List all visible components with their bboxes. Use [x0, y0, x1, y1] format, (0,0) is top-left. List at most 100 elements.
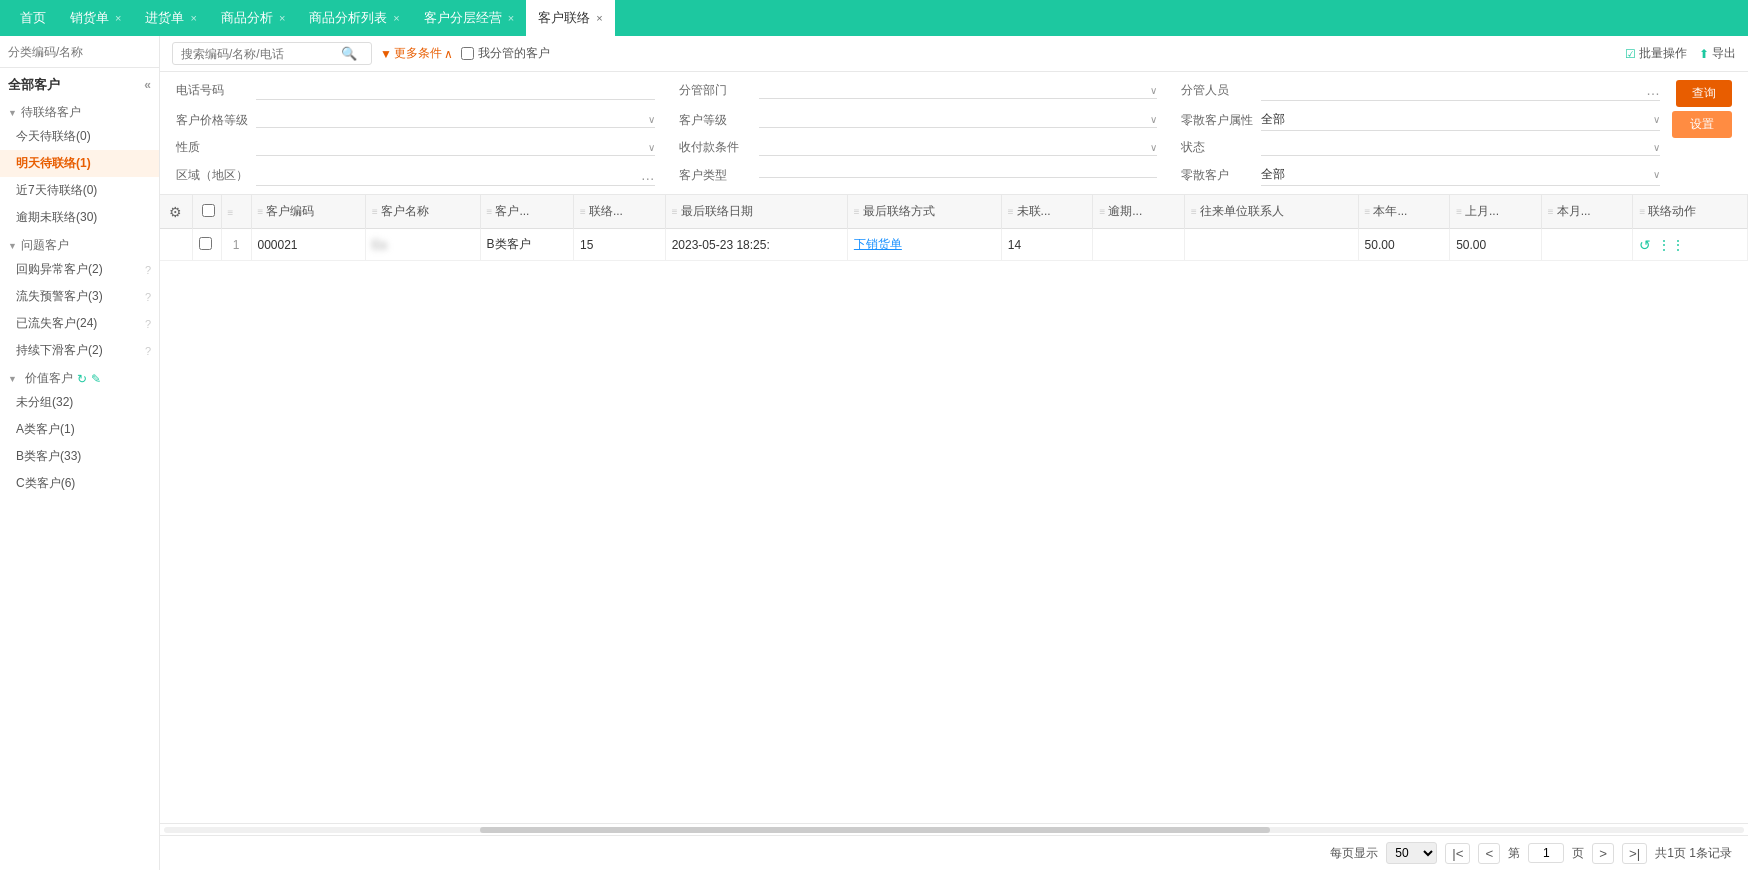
batch-icon: ☑ — [1625, 47, 1636, 61]
col-contact: 联络... — [574, 195, 666, 229]
refresh-icon[interactable]: ↻ — [77, 372, 87, 386]
query-button[interactable]: 查询 — [1676, 80, 1732, 107]
last-page-btn[interactable]: >| — [1622, 843, 1647, 864]
col-settings: ⚙ — [160, 195, 192, 229]
sidebar-item-warning[interactable]: 流失预警客户(3) ? — [0, 283, 159, 310]
sidebar-item-abnormal[interactable]: 回购异常客户(2) ? — [0, 256, 159, 283]
search-input[interactable] — [181, 47, 341, 61]
nav-customer-stratification[interactable]: 客户分层经营 × — [412, 0, 526, 36]
row-check[interactable] — [199, 237, 212, 250]
close-icon[interactable]: × — [508, 12, 514, 24]
row-last-date: 2023-05-23 18:25: — [665, 229, 847, 261]
filter-customer-type: 客户类型 — [679, 167, 1158, 184]
page-input[interactable] — [1528, 843, 1564, 863]
filter-value-level: 客户价格等级 ∨ — [176, 112, 655, 129]
filter-customer-level: 客户等级 ∨ — [679, 112, 1158, 129]
retail-attr-select[interactable]: 全部 ∨ — [1261, 109, 1660, 131]
chevron-down-icon: ∨ — [648, 114, 655, 125]
advanced-filter: 电话号码 分管部门 ∨ 分管人员 — [160, 72, 1748, 195]
row-contact: 15 — [574, 229, 666, 261]
phone-input[interactable] — [256, 81, 655, 100]
sidebar-item-declining[interactable]: 持续下滑客户(2) ? — [0, 337, 159, 364]
export-btn[interactable]: ⬆ 导出 — [1699, 45, 1736, 62]
my-customers-check[interactable] — [461, 47, 474, 60]
customer-level-select[interactable]: ∨ — [759, 112, 1158, 128]
search-icon[interactable]: 🔍 — [341, 46, 357, 61]
person-select[interactable]: … — [1261, 80, 1660, 101]
row-this-month — [1541, 229, 1633, 261]
batch-operation-btn[interactable]: ☑ 批量操作 — [1625, 45, 1687, 62]
row-last-month: 50.00 — [1450, 229, 1542, 261]
status-select[interactable]: ∨ — [1261, 140, 1660, 156]
nav-product-analysis-list[interactable]: 商品分析列表 × — [297, 0, 411, 36]
all-customers-header[interactable]: 全部客户 « — [0, 68, 159, 98]
nav-home[interactable]: 首页 — [8, 0, 58, 36]
customer-table: ⚙ 客户编码 客户名称 客户... 联络... 最后联络日期 最后联络方式 未联… — [160, 195, 1748, 261]
row-code: 000021 — [251, 229, 366, 261]
next-page-btn[interactable]: > — [1592, 843, 1614, 864]
sidebar-group-pending: 待联络客户 — [0, 98, 159, 123]
dots-icon: … — [1646, 82, 1660, 98]
row-this-year: 50.00 — [1358, 229, 1450, 261]
filter-bar: 🔍 ▼ 更多条件 ∧ 我分管的客户 ☑ 批量操作 ⬆ 导出 — [160, 36, 1748, 72]
close-icon[interactable]: × — [393, 12, 399, 24]
sidebar-search-bar: 🔍 — [0, 36, 159, 68]
settings-button[interactable]: 设置 — [1672, 111, 1732, 138]
sidebar-item-tomorrow[interactable]: 明天待联络(1) — [0, 150, 159, 177]
close-icon[interactable]: × — [596, 12, 602, 24]
chevron-down-icon: ∨ — [1653, 114, 1660, 125]
close-icon[interactable]: × — [115, 12, 121, 24]
sidebar-search-input[interactable] — [8, 45, 158, 59]
close-icon[interactable]: × — [279, 12, 285, 24]
filter-nature: 性质 ∨ — [176, 139, 655, 156]
horizontal-scrollbar[interactable] — [160, 823, 1748, 835]
nav-purchase-order[interactable]: 进货单 × — [133, 0, 208, 36]
per-page-select[interactable]: 102050100 — [1386, 842, 1437, 864]
retail-customer-select[interactable]: 全部 ∨ — [1261, 164, 1660, 186]
dept-select[interactable]: ∨ — [759, 83, 1158, 99]
row-type: B类客户 — [480, 229, 574, 261]
sidebar-item-today[interactable]: 今天待联络(0) — [0, 123, 159, 150]
prev-page-btn[interactable]: < — [1478, 843, 1500, 864]
first-page-btn[interactable]: |< — [1445, 843, 1470, 864]
close-icon[interactable]: × — [190, 12, 196, 24]
row-actions: ↺ ⋮⋮ — [1633, 229, 1748, 261]
nav-customer-contact[interactable]: 客户联络 × — [526, 0, 614, 36]
filter-row-1: 电话号码 分管部门 ∨ 分管人员 — [176, 80, 1660, 101]
more-conditions-btn[interactable]: ▼ 更多条件 ∧ — [380, 45, 453, 62]
sidebar-group-value: 价值客户 ↻ ✎ — [0, 364, 159, 389]
dots-icon: … — [641, 167, 655, 183]
nature-select[interactable]: ∨ — [256, 140, 655, 156]
sidebar-item-lost[interactable]: 已流失客户(24) ? — [0, 310, 159, 337]
sidebar-item-7days[interactable]: 近7天待联络(0) — [0, 177, 159, 204]
settings-gear-icon[interactable]: ⚙ — [169, 204, 182, 220]
customer-type-select[interactable] — [759, 173, 1158, 178]
region-select[interactable]: … — [256, 165, 655, 186]
select-all-checkbox[interactable] — [202, 204, 215, 217]
sidebar-item-a-class[interactable]: A类客户(1) — [0, 416, 159, 443]
sidebar-item-ungrouped[interactable]: 未分组(32) — [0, 389, 159, 416]
sidebar-item-overdue[interactable]: 逾期未联络(30) — [0, 204, 159, 231]
sidebar-item-c-class[interactable]: C类客户(6) — [0, 470, 159, 497]
col-contact-person: 往来单位联系人 — [1184, 195, 1358, 229]
more-action-icon[interactable]: ⋮⋮ — [1657, 237, 1685, 253]
col-this-year: 本年... — [1358, 195, 1450, 229]
filter-row-3: 性质 ∨ 收付款条件 ∨ — [176, 139, 1660, 156]
content-area: 🔍 ▼ 更多条件 ∧ 我分管的客户 ☑ 批量操作 ⬆ 导出 — [160, 36, 1748, 870]
search-box: 🔍 — [172, 42, 372, 65]
row-num: 1 — [221, 229, 251, 261]
value-level-select[interactable]: ∨ — [256, 112, 655, 128]
collapse-icon[interactable]: « — [144, 78, 151, 92]
payment-select[interactable]: ∨ — [759, 140, 1158, 156]
nav-sales-order[interactable]: 销货单 × — [58, 0, 133, 36]
contact-action-icon[interactable]: ↺ — [1639, 237, 1651, 253]
sidebar-item-b-class[interactable]: B类客户(33) — [0, 443, 159, 470]
edit-icon[interactable]: ✎ — [91, 372, 101, 386]
chevron-down-icon: ∨ — [648, 142, 655, 153]
my-customers-checkbox[interactable]: 我分管的客户 — [461, 45, 550, 62]
scroll-thumb[interactable] — [480, 827, 1270, 833]
row-not-contacted: 14 — [1001, 229, 1093, 261]
filter-action-buttons: 查询 设置 — [1668, 80, 1732, 138]
nav-product-analysis[interactable]: 商品分析 × — [209, 0, 297, 36]
col-last-date: 最后联络日期 — [665, 195, 847, 229]
